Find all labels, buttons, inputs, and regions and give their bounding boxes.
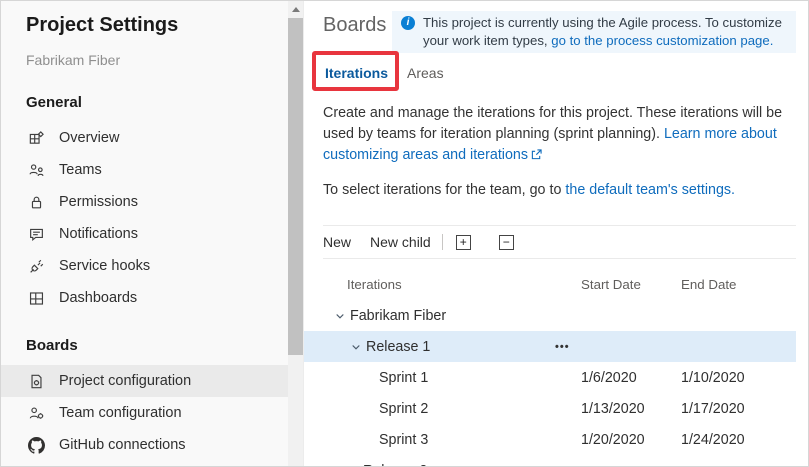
sidebar-item-permissions[interactable]: Permissions — [1, 186, 288, 218]
sidebar-item-label: Project configuration — [59, 373, 191, 389]
collapse-all-button[interactable]: − — [499, 235, 514, 250]
section-header-boards: Boards — [26, 337, 288, 354]
sidebar-item-label: GitHub connections — [59, 437, 186, 453]
info-icon: i — [401, 16, 415, 30]
team-settings-note: To select iterations for the team, go to… — [323, 180, 796, 201]
notifications-icon — [28, 226, 45, 243]
end-date: 1/10/2020 — [681, 370, 745, 386]
sidebar-item-label: Overview — [59, 130, 119, 146]
lock-icon — [28, 194, 45, 211]
toolbar-divider — [442, 234, 443, 250]
sidebar-item-label: Notifications — [59, 226, 138, 242]
main-content: Boards i This project is currently using… — [304, 1, 808, 466]
tab-areas[interactable]: Areas — [406, 62, 445, 89]
new-button[interactable]: New — [323, 234, 351, 250]
start-date: 1/13/2020 — [581, 401, 645, 417]
scrollbar-thumb[interactable] — [288, 18, 303, 355]
page-title: Boards — [323, 14, 392, 37]
chevron-down-icon[interactable] — [350, 341, 362, 353]
start-date: 1/6/2020 — [581, 370, 637, 386]
process-customization-link[interactable]: go to the process customization page. — [551, 33, 773, 48]
tab-bar: Iterations Areas — [323, 62, 796, 89]
teams-icon — [28, 162, 45, 179]
process-info-banner: i This project is currently using the Ag… — [392, 11, 796, 53]
table-row-fabrikam-fiber[interactable]: Fabrikam Fiber — [304, 300, 796, 331]
github-icon — [28, 437, 45, 454]
banner-text: This project is currently using the Agil… — [423, 14, 786, 49]
column-end-date: End Date — [681, 277, 736, 292]
external-link-icon — [531, 146, 542, 167]
scroll-up-icon[interactable] — [292, 7, 300, 12]
new-child-button[interactable]: New child — [370, 234, 431, 250]
sidebar-item-label: Dashboards — [59, 290, 137, 306]
sidebar-item-overview[interactable]: Overview — [1, 122, 288, 154]
project-name: Fabrikam Fiber — [26, 52, 288, 68]
sidebar-item-label: Team configuration — [59, 405, 182, 421]
expand-all-button[interactable]: + — [456, 235, 471, 250]
sidebar-item-label: Teams — [59, 162, 102, 178]
sidebar-item-label: Service hooks — [59, 258, 150, 274]
table-header: Iterations Start Date End Date — [304, 268, 796, 300]
sidebar-item-team-configuration[interactable]: Team configuration — [1, 397, 288, 429]
sidebar-item-teams[interactable]: Teams — [1, 154, 288, 186]
sidebar: Project Settings Fabrikam Fiber General … — [1, 1, 304, 466]
sidebar-item-project-configuration[interactable]: Project configuration — [1, 365, 288, 397]
service-hooks-icon — [28, 258, 45, 275]
default-team-settings-link[interactable]: the default team's settings. — [565, 182, 735, 198]
dashboards-icon — [28, 290, 45, 307]
team-configuration-icon — [28, 405, 45, 422]
table-row-sprint-3[interactable]: Sprint 3 1/20/2020 1/24/2020 — [304, 424, 796, 455]
sidebar-scrollbar[interactable] — [288, 1, 303, 467]
column-start-date: Start Date — [581, 277, 641, 292]
chevron-down-icon[interactable] — [334, 310, 346, 322]
sidebar-item-dashboards[interactable]: Dashboards — [1, 282, 288, 314]
table-row-release-2[interactable]: Release 2 — [304, 455, 796, 466]
table-row-sprint-2[interactable]: Sprint 2 1/13/2020 1/17/2020 — [304, 393, 796, 424]
sidebar-item-label: Permissions — [59, 194, 138, 210]
start-date: 1/20/2020 — [581, 432, 645, 448]
sidebar-item-notifications[interactable]: Notifications — [1, 218, 288, 250]
sidebar-title: Project Settings — [26, 14, 288, 37]
column-iterations: Iterations — [347, 277, 402, 292]
sidebar-item-service-hooks[interactable]: Service hooks — [1, 250, 288, 282]
tab-iterations[interactable]: Iterations — [324, 62, 389, 89]
project-configuration-icon — [28, 373, 45, 390]
main-header: Boards i This project is currently using… — [323, 11, 796, 53]
row-context-menu-icon[interactable]: ••• — [555, 341, 570, 353]
iterations-table: Iterations Start Date End Date Fabrikam … — [304, 268, 796, 466]
end-date: 1/17/2020 — [681, 401, 745, 417]
section-header-general: General — [26, 94, 288, 111]
iterations-description: Create and manage the iterations for thi… — [323, 103, 796, 167]
table-row-release-1[interactable]: Release 1 ••• — [304, 331, 796, 362]
overview-icon — [28, 130, 45, 147]
iterations-toolbar: New New child + − — [323, 225, 796, 259]
project-settings-window: Project Settings Fabrikam Fiber General … — [0, 0, 809, 467]
end-date: 1/24/2020 — [681, 432, 745, 448]
sidebar-item-github-connections[interactable]: GitHub connections — [1, 429, 288, 461]
table-row-sprint-1[interactable]: Sprint 1 1/6/2020 1/10/2020 — [304, 362, 796, 393]
